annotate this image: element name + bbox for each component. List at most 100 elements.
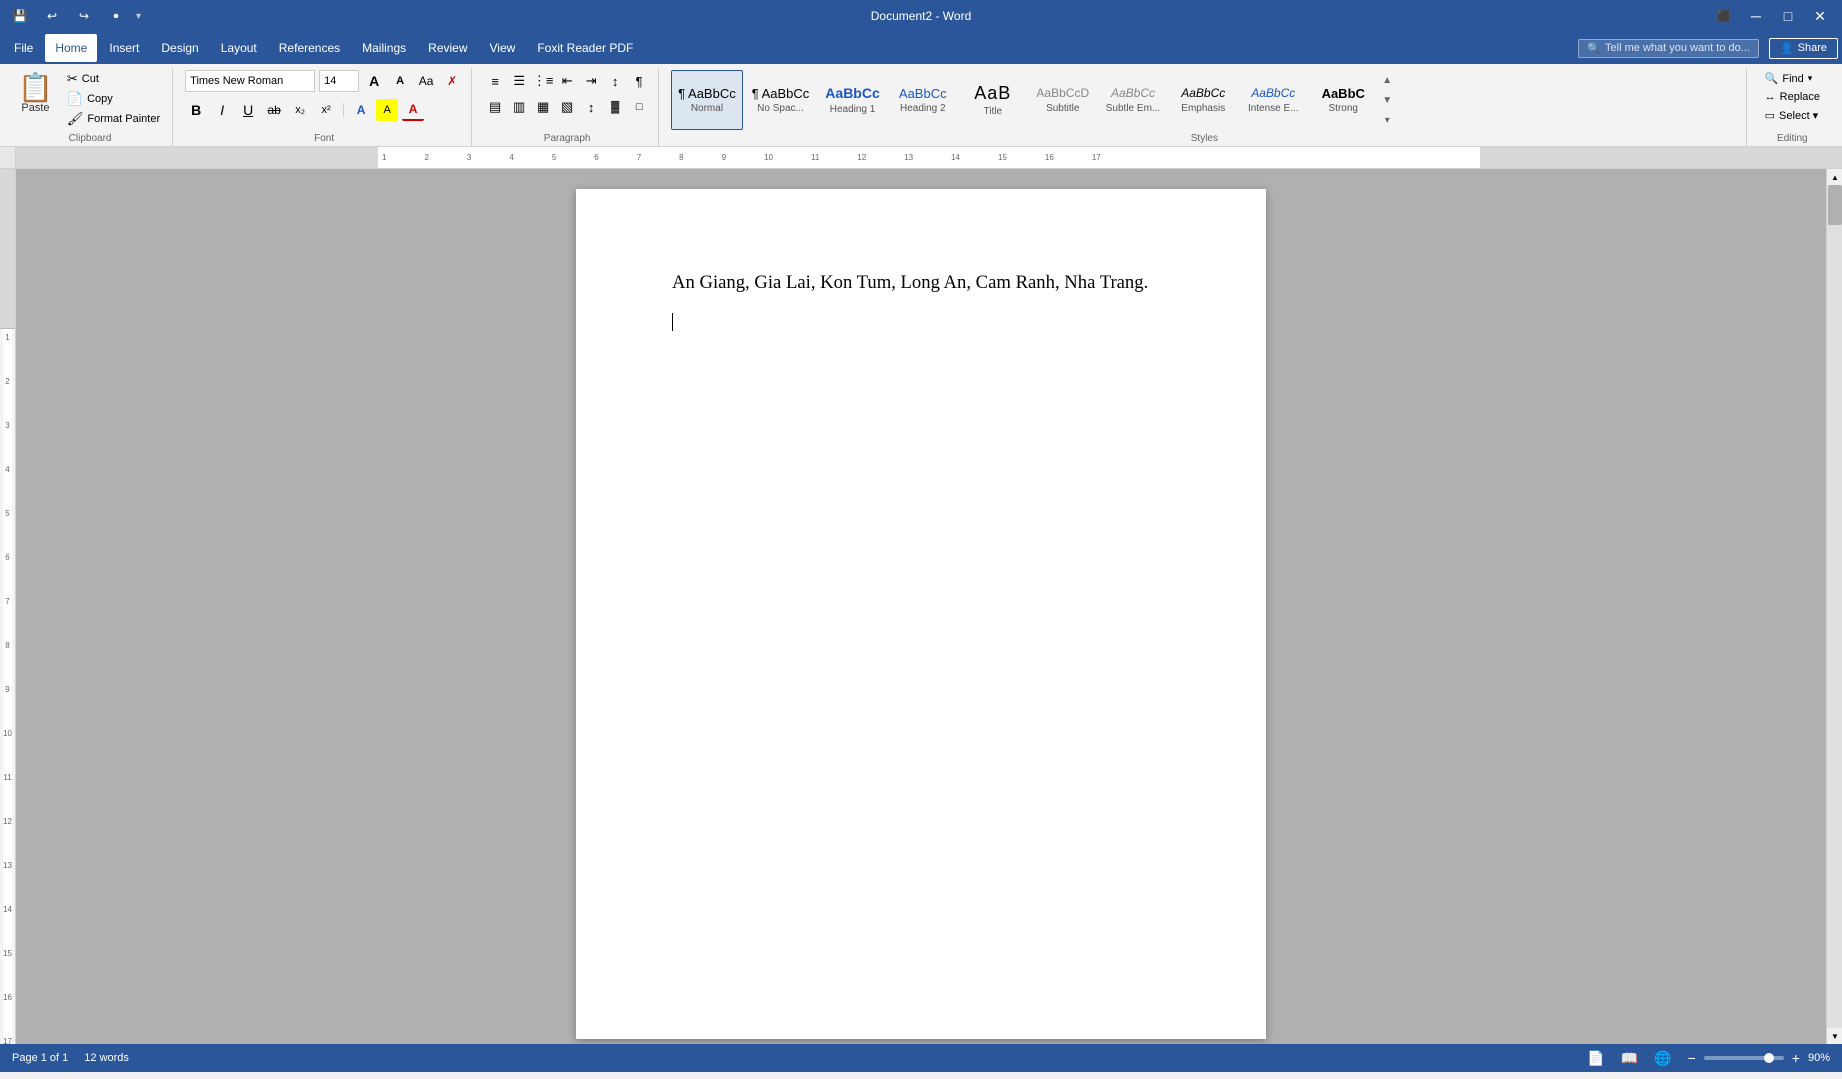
tell-me-search[interactable]: 🔍 Tell me what you want to do... [1578, 39, 1759, 58]
superscript-button[interactable]: x² [315, 99, 337, 121]
text-effects-button[interactable]: A [350, 99, 372, 121]
styles-label: Styles [663, 131, 1746, 144]
zoom-out-button[interactable]: − [1684, 1048, 1700, 1068]
font-name-input[interactable] [185, 70, 315, 92]
font-row1: A A Aa ✗ [185, 70, 463, 92]
copy-label: Copy [87, 93, 113, 105]
italic-button[interactable]: I [211, 99, 233, 121]
menu-mailings[interactable]: Mailings [352, 34, 416, 62]
align-left-button[interactable]: ▤ [484, 96, 506, 118]
save-button[interactable]: 💾 [8, 4, 32, 28]
style-subtitle-label: Subtitle [1046, 103, 1079, 114]
cut-button[interactable]: ✂ Cut [63, 70, 164, 88]
format-painter-button[interactable]: 🖌 Format Painter [63, 110, 164, 128]
scroll-down-icon: ▼ [1382, 95, 1392, 106]
bullets-button[interactable]: ≡ [484, 70, 506, 92]
justify-button[interactable]: ▧ [556, 96, 578, 118]
style-normal[interactable]: ¶ AaBbCc Normal [671, 70, 743, 130]
minimize-button[interactable]: ─ [1742, 2, 1770, 30]
multilevel-button[interactable]: ⋮≡ [532, 70, 554, 92]
maximize-button[interactable]: □ [1774, 2, 1802, 30]
zoom-slider[interactable] [1704, 1056, 1784, 1060]
style-no-spacing-preview: ¶ AaBbCc [752, 86, 810, 102]
menu-design[interactable]: Design [151, 34, 208, 62]
scroll-thumb[interactable] [1828, 185, 1842, 225]
replace-button[interactable]: ↔ Replace [1759, 89, 1826, 105]
style-heading1[interactable]: AaBbCc Heading 1 [818, 70, 886, 130]
ribbon-content: 📋 Paste ✂ Cut 📄 Copy 🖌 Format Painter [8, 68, 1834, 146]
underline-button[interactable]: U [237, 99, 259, 121]
styles-scroll[interactable]: ▲ ▼ ▾ [1379, 70, 1395, 130]
undo-button[interactable]: ↩ [40, 4, 64, 28]
style-heading1-label: Heading 1 [830, 104, 876, 115]
document-page: An Giang, Gia Lai, Kon Tum, Long An, Cam… [576, 189, 1266, 1039]
document-text[interactable]: An Giang, Gia Lai, Kon Tum, Long An, Cam… [672, 269, 1170, 297]
menu-foxit[interactable]: Foxit Reader PDF [527, 34, 643, 62]
align-right-button[interactable]: ▦ [532, 96, 554, 118]
align-center-button[interactable]: ▥ [508, 96, 530, 118]
select-button[interactable]: ▭ Select ▾ [1759, 107, 1825, 124]
numbering-button[interactable]: ☰ [508, 70, 530, 92]
increase-indent-button[interactable]: ⇥ [580, 70, 602, 92]
left-ruler: 1234567891011121314151617 [0, 169, 16, 1044]
menu-view[interactable]: View [480, 34, 526, 62]
find-button[interactable]: 🔍 Find ▾ [1759, 70, 1819, 87]
text-highlight-button[interactable]: A [376, 99, 398, 121]
print-layout-button[interactable]: 📄 [1583, 1048, 1608, 1069]
borders-button[interactable]: □ [628, 96, 650, 118]
menu-references[interactable]: References [269, 34, 350, 62]
show-marks-button[interactable]: ¶ [628, 70, 650, 92]
zoom-level: 90% [1808, 1052, 1830, 1064]
left-ruler-numbers: 1234567891011121314151617 [3, 329, 12, 1044]
cursor-line [672, 313, 1170, 331]
menu-insert[interactable]: Insert [99, 34, 149, 62]
menu-layout[interactable]: Layout [211, 34, 267, 62]
grow-font-button[interactable]: A [363, 70, 385, 92]
shading-button[interactable]: ▓ [604, 96, 626, 118]
style-intense-em[interactable]: AaBbCc Intense E... [1239, 70, 1307, 130]
zoom-in-button[interactable]: + [1788, 1048, 1804, 1068]
ruler-left-margin [16, 147, 378, 168]
scroll-track[interactable] [1827, 185, 1842, 1028]
quick-access-toolbar: 💾 ↩ ↪ ⏺ ▾ [8, 4, 141, 28]
style-subtle-em[interactable]: AaBbCc Subtle Em... [1099, 70, 1167, 130]
subscript-button[interactable]: x₂ [289, 99, 311, 121]
menu-review[interactable]: Review [418, 34, 477, 62]
scroll-up-button[interactable]: ▲ [1827, 169, 1842, 185]
style-strong[interactable]: AaBbC Strong [1309, 70, 1377, 130]
close-button[interactable]: ✕ [1806, 2, 1834, 30]
read-mode-button[interactable]: 📖 [1617, 1048, 1642, 1069]
style-title[interactable]: AaB Title [959, 70, 1027, 130]
font-color-button[interactable]: A [402, 99, 424, 121]
document-area[interactable]: An Giang, Gia Lai, Kon Tum, Long An, Cam… [16, 169, 1826, 1044]
replace-icon: ↔ [1765, 91, 1776, 103]
style-emphasis[interactable]: AaBbCc Emphasis [1169, 70, 1237, 130]
page-indicator: Page 1 of 1 [12, 1052, 68, 1064]
strikethrough-button[interactable]: ab [263, 99, 285, 121]
share-button[interactable]: 👤 Share [1769, 38, 1838, 59]
bold-button[interactable]: B [185, 99, 207, 121]
find-label: Find [1782, 73, 1803, 85]
shrink-font-button[interactable]: A [389, 70, 411, 92]
clear-format-button[interactable]: ✗ [441, 70, 463, 92]
menu-home[interactable]: Home [45, 34, 97, 62]
scroll-down-button[interactable]: ▼ [1827, 1028, 1842, 1044]
style-heading2[interactable]: AaBbCc Heading 2 [889, 70, 957, 130]
copy-button[interactable]: 📄 Copy [63, 90, 164, 108]
cut-icon: ✂ [67, 71, 78, 87]
change-case-button[interactable]: Aa [415, 70, 437, 92]
document-content[interactable]: An Giang, Gia Lai, Kon Tum, Long An, Cam… [672, 269, 1170, 331]
style-no-spacing[interactable]: ¶ AaBbCc No Spac... [745, 70, 817, 130]
auto-save-button[interactable]: ⏺ [104, 4, 128, 28]
sort-button[interactable]: ↕ [604, 70, 626, 92]
line-spacing-button[interactable]: ↕ [580, 96, 602, 118]
zoom-thumb[interactable] [1764, 1053, 1774, 1063]
redo-button[interactable]: ↪ [72, 4, 96, 28]
web-layout-button[interactable]: 🌐 [1650, 1048, 1675, 1069]
font-size-input[interactable] [319, 70, 359, 92]
restore-ribbon-button[interactable]: ⬛ [1710, 2, 1738, 30]
menu-file[interactable]: File [4, 34, 43, 62]
style-subtitle[interactable]: AaBbCcD Subtitle [1029, 70, 1097, 130]
decrease-indent-button[interactable]: ⇤ [556, 70, 578, 92]
paste-button[interactable]: 📋 Paste [12, 70, 59, 130]
